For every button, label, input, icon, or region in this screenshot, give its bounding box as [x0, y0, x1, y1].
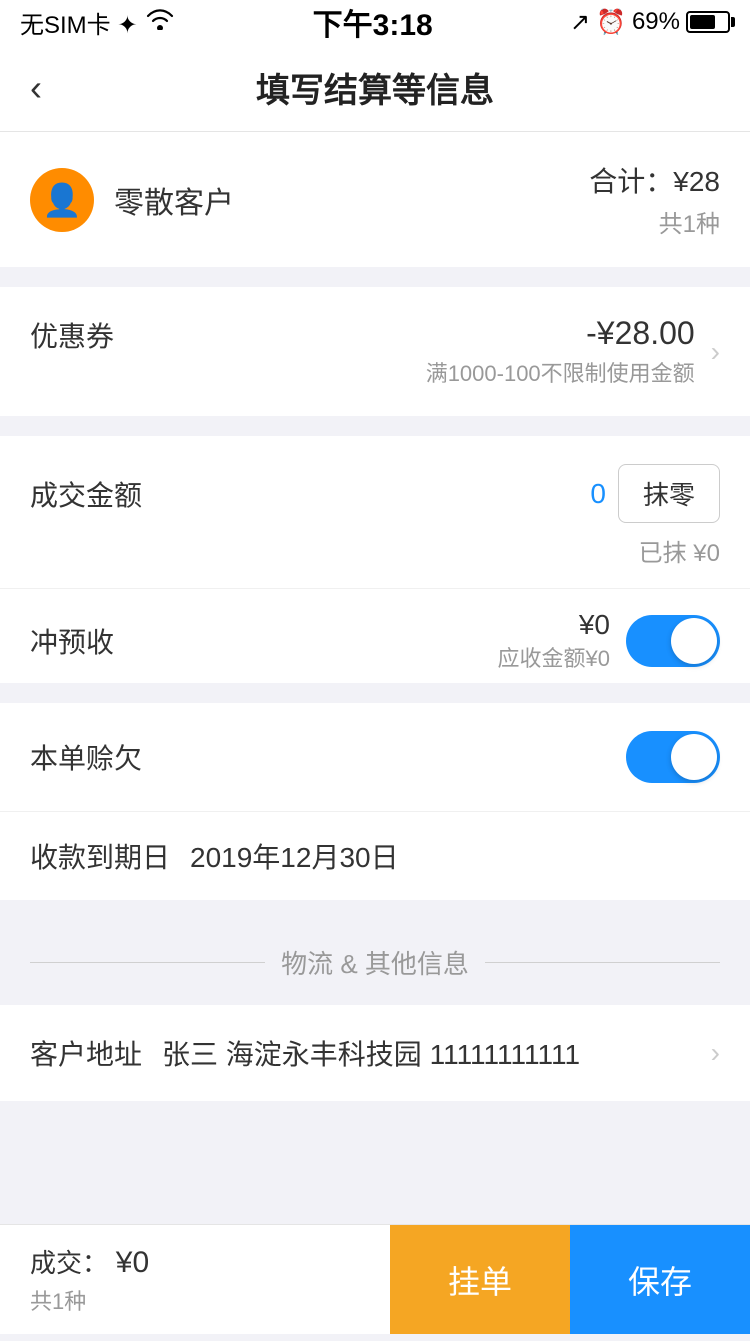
debt-row: 本单赊欠 [0, 703, 750, 811]
back-button[interactable]: ‹ [30, 67, 42, 109]
coupon-label: 优惠券 [30, 315, 114, 355]
customer-total: 合计：¥28 [589, 160, 720, 200]
prereceive-toggle[interactable] [626, 615, 720, 667]
deal-amount-sub: 已抹 ¥0 [0, 533, 750, 588]
battery-icon [686, 11, 730, 33]
sim-status: 无SIM卡 ✦ [20, 5, 137, 40]
prereceive-right: ¥0 应收金额¥0 [498, 609, 720, 673]
alarm-icon: ⏰ [596, 8, 626, 37]
save-button-label: 保存 [628, 1257, 692, 1303]
hold-button[interactable]: 挂单 [390, 1225, 570, 1334]
nav-bar: ‹ 填写结算等信息 [0, 44, 750, 132]
wifi-icon [145, 8, 175, 37]
status-bar-left: 无SIM卡 ✦ [20, 5, 175, 40]
debt-section: 本单赊欠 收款到期日 2019年12月30日 [0, 703, 750, 900]
customer-row: 👤 零散客户 合计：¥28 共1种 [0, 132, 750, 267]
address-section: 客户地址 张三 海淀永丰科技园 11111111111 › [0, 1005, 750, 1101]
avatar-icon: 👤 [42, 181, 82, 219]
customer-name: 零散客户 [114, 178, 234, 222]
bottom-deal-row: 成交： ¥0 [30, 1243, 360, 1280]
customer-section: 👤 零散客户 合计：¥28 共1种 [0, 132, 750, 267]
customer-count: 共1种 [589, 204, 720, 239]
coupon-amount: -¥28.00 [426, 315, 695, 352]
deal-amount-value: 0 [590, 478, 606, 510]
prereceive-amount-sub: 应收金额¥0 [498, 641, 610, 673]
save-button[interactable]: 保存 [570, 1225, 750, 1334]
coupon-right: -¥28.00 满1000-100不限制使用金额 › [426, 315, 720, 388]
battery-percent: 69% [632, 8, 680, 36]
address-row[interactable]: 客户地址 张三 海淀永丰科技园 11111111111 › [0, 1005, 750, 1101]
address-label: 客户地址 [30, 1033, 142, 1073]
deal-amount-row: 成交金额 0 抹零 [0, 436, 750, 533]
debt-toggle[interactable] [626, 731, 720, 783]
bottom-bar: 成交： ¥0 共1种 挂单 保存 [0, 1224, 750, 1334]
logistics-label: 物流 & 其他信息 [281, 944, 469, 981]
deal-amount-right: 0 抹零 [590, 464, 720, 523]
debt-toggle-knob [671, 734, 717, 780]
bottom-info: 成交： ¥0 共1种 [0, 1225, 390, 1334]
divider-left [30, 962, 265, 963]
due-date-value: 2019年12月30日 [190, 836, 399, 876]
status-bar: 无SIM卡 ✦ 下午3:18 ↗ ⏰ 69% [0, 0, 750, 44]
prereceive-amount-val: ¥0 [498, 609, 610, 641]
location-icon: ↗ [570, 8, 590, 37]
address-value: 张三 海淀永丰科技园 11111111111 [162, 1033, 687, 1073]
page-title: 填写结算等信息 [256, 63, 494, 112]
amount-section: 成交金额 0 抹零 已抹 ¥0 冲预收 ¥0 应收金额¥0 [0, 436, 750, 683]
toggle-knob [671, 618, 717, 664]
due-date-label: 收款到期日 [30, 836, 170, 876]
coupon-sub: 满1000-100不限制使用金额 [426, 356, 695, 388]
chevron-right-icon: › [711, 336, 720, 368]
logistics-header: 物流 & 其他信息 [0, 920, 750, 1005]
debt-label: 本单赊欠 [30, 737, 142, 777]
prereceive-row: 冲预收 ¥0 应收金额¥0 [0, 589, 750, 683]
avatar: 👤 [30, 168, 94, 232]
coupon-row[interactable]: 优惠券 -¥28.00 满1000-100不限制使用金额 › [0, 287, 750, 416]
prereceive-amount: ¥0 应收金额¥0 [498, 609, 610, 673]
due-date-row: 收款到期日 2019年12月30日 [0, 811, 750, 900]
bottom-deal-amount: ¥0 [116, 1246, 149, 1279]
hold-button-label: 挂单 [448, 1257, 512, 1303]
status-bar-right: ↗ ⏰ 69% [570, 8, 730, 37]
status-bar-time: 下午3:18 [313, 0, 433, 44]
prereceive-label: 冲预收 [30, 621, 114, 661]
customer-total-area: 合计：¥28 共1种 [589, 160, 720, 239]
divider-right [485, 962, 720, 963]
bottom-count: 共1种 [30, 1284, 360, 1316]
round-zero-button[interactable]: 抹零 [618, 464, 720, 523]
address-chevron-icon: › [711, 1037, 720, 1069]
prereceive-section: 冲预收 ¥0 应收金额¥0 [0, 588, 750, 683]
bottom-deal-label: 成交： [30, 1248, 108, 1278]
customer-info: 👤 零散客户 [30, 168, 234, 232]
coupon-section: 优惠券 -¥28.00 满1000-100不限制使用金额 › [0, 287, 750, 416]
deal-amount-label: 成交金额 [30, 474, 142, 514]
